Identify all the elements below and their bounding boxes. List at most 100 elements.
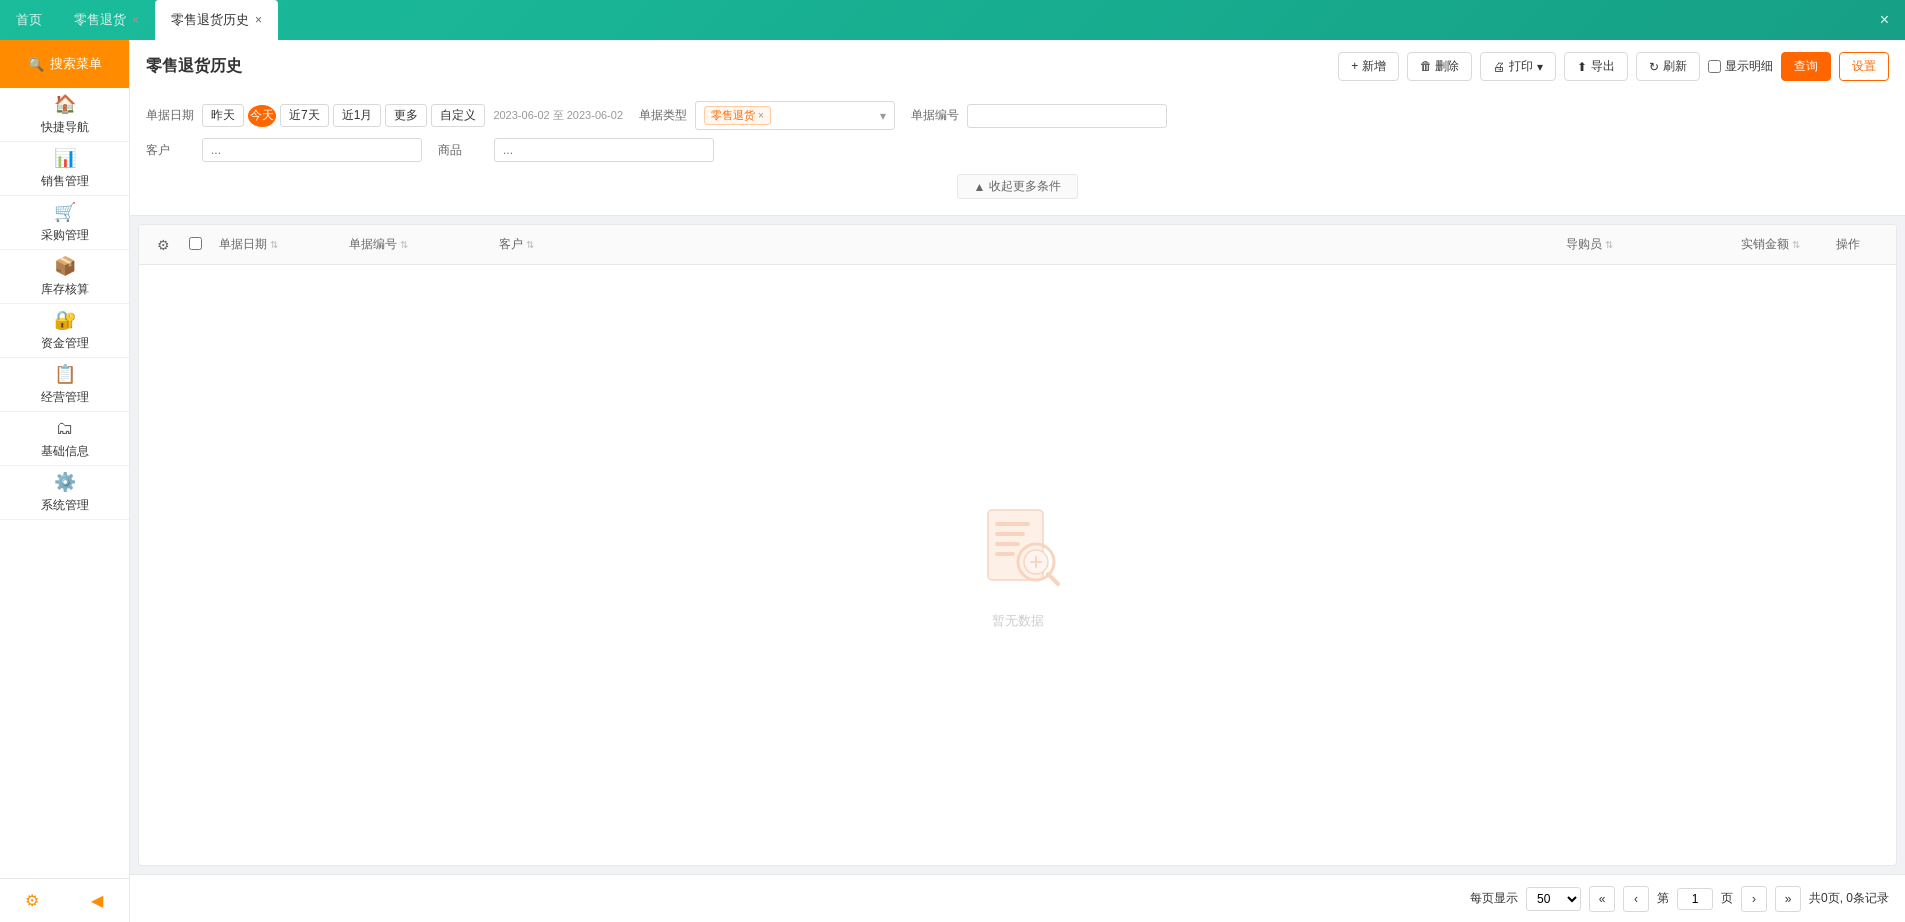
table-container: ⚙ 单据日期 ⇅ 单据编号 ⇅ 客户 ⇅ 导购员 ⇅ xyxy=(138,224,1897,866)
date-btn-more[interactable]: 更多 xyxy=(385,104,427,127)
tab-list: 首页 零售退货 × 零售退货历史 × xyxy=(0,0,1864,40)
voucher-type-dropdown-icon: ▾ xyxy=(880,109,886,123)
sort-guide-icon: ⇅ xyxy=(1605,239,1613,250)
delete-button[interactable]: 🗑 删除 xyxy=(1407,52,1472,81)
sidebar-settings-button[interactable]: ⚙ xyxy=(16,885,48,917)
window-close-button[interactable]: × xyxy=(1864,11,1905,29)
voucher-type-tag-close[interactable]: × xyxy=(758,110,764,121)
svg-rect-3 xyxy=(995,542,1020,546)
col-header-date[interactable]: 单据日期 ⇅ xyxy=(211,236,341,253)
sidebar-item-quicknav[interactable]: 🏠 快捷导航 xyxy=(0,88,129,142)
purchase-icon: 🛒 xyxy=(54,201,76,223)
table-header: ⚙ 单据日期 ⇅ 单据编号 ⇅ 客户 ⇅ 导购员 ⇅ xyxy=(139,225,1896,265)
export-icon: ⬆ xyxy=(1577,60,1587,74)
table-column-settings-button[interactable]: ⚙ xyxy=(147,237,179,253)
query-button[interactable]: 查询 xyxy=(1781,52,1831,81)
sidebar-collapse-button[interactable]: ◀ xyxy=(81,885,113,917)
date-btn-7days[interactable]: 近7天 xyxy=(280,104,329,127)
page-label: 第 xyxy=(1657,890,1669,907)
export-button[interactable]: ⬆ 导出 xyxy=(1564,52,1628,81)
col-header-amount[interactable]: 实销金额 ⇅ xyxy=(1688,236,1808,253)
empty-illustration xyxy=(968,500,1068,600)
show-detail-checkbox-label[interactable]: 显示明细 xyxy=(1708,58,1773,75)
sidebar-item-basic-info[interactable]: 🗂 基础信息 xyxy=(0,412,129,466)
new-button[interactable]: + 新增 xyxy=(1338,52,1398,81)
sort-date-icon: ⇅ xyxy=(270,239,278,250)
table-select-all-checkbox[interactable] xyxy=(179,237,211,253)
sort-no-icon: ⇅ xyxy=(400,239,408,250)
toolbar: + 新增 🗑 删除 🖨 打印 ▾ ⬆ 导出 ↻ 刷新 xyxy=(1338,52,1889,81)
refresh-icon: ↻ xyxy=(1649,60,1659,74)
date-range-buttons: 昨天 今天 近7天 近1月 更多 自定义 2023-06-02 至 2023-0… xyxy=(202,104,623,127)
svg-rect-4 xyxy=(995,552,1015,556)
date-label: 单据日期 xyxy=(146,107,194,124)
date-btn-1month[interactable]: 近1月 xyxy=(333,104,382,127)
main-content: 零售退货历史 + 新增 🗑 删除 🖨 打印 ▾ ⬆ 导出 ↻ xyxy=(130,40,1905,922)
sidebar-item-system[interactable]: ⚙️ 系统管理 xyxy=(0,466,129,520)
tab-retail-return[interactable]: 零售退货 × xyxy=(58,0,155,40)
sidebar-item-operations[interactable]: 📋 经营管理 xyxy=(0,358,129,412)
page-first-button[interactable]: « xyxy=(1589,886,1615,912)
date-btn-today[interactable]: 今天 xyxy=(248,105,276,127)
col-header-customer[interactable]: 客户 ⇅ xyxy=(491,236,1558,253)
operations-icon: 📋 xyxy=(54,363,76,385)
inventory-icon: 📦 xyxy=(54,255,76,277)
sort-amount-icon: ⇅ xyxy=(1792,239,1800,250)
date-filter: 单据日期 昨天 今天 近7天 近1月 更多 自定义 2023-06-02 至 2… xyxy=(146,104,623,127)
finance-icon: 🔐 xyxy=(54,309,76,331)
print-button[interactable]: 🖨 打印 ▾ xyxy=(1480,52,1556,81)
sidebar-search[interactable]: 🔍 搜索菜单 xyxy=(0,40,129,88)
goods-input[interactable] xyxy=(494,138,714,162)
sidebar-item-sales[interactable]: 📊 销售管理 xyxy=(0,142,129,196)
settings-button[interactable]: 设置 xyxy=(1839,52,1889,81)
voucher-type-select[interactable]: 零售退货 × ▾ xyxy=(695,101,895,130)
filter-row-1: 单据日期 昨天 今天 近7天 近1月 更多 自定义 2023-06-02 至 2… xyxy=(146,101,1889,130)
goods-label: 商品 xyxy=(438,142,486,159)
per-page-select[interactable]: 50 10 20 100 xyxy=(1526,887,1581,911)
filter-area: 单据日期 昨天 今天 近7天 近1月 更多 自定义 2023-06-02 至 2… xyxy=(146,93,1889,215)
tab-home[interactable]: 首页 xyxy=(0,0,58,40)
col-header-guide[interactable]: 导购员 ⇅ xyxy=(1558,236,1688,253)
voucher-no-input[interactable] xyxy=(967,104,1167,128)
pagination-bar: 每页显示 50 10 20 100 « ‹ 第 页 › » 共0页, 0条记录 xyxy=(130,874,1905,922)
page-prev-button[interactable]: ‹ xyxy=(1623,886,1649,912)
home-icon: 🏠 xyxy=(54,93,76,115)
customer-input[interactable] xyxy=(202,138,422,162)
show-detail-checkbox[interactable] xyxy=(1708,60,1721,73)
sidebar-item-finance[interactable]: 🔐 资金管理 xyxy=(0,304,129,358)
voucher-no-filter: 单据编号 xyxy=(911,104,1167,128)
page-next-button[interactable]: › xyxy=(1741,886,1767,912)
sidebar: 🔍 搜索菜单 🏠 快捷导航 📊 销售管理 🛒 采购管理 📦 库存核算 🔐 xyxy=(0,40,130,922)
top-bar: 首页 零售退货 × 零售退货历史 × × xyxy=(0,0,1905,40)
date-range-display: 2023-06-02 至 2023-06-02 xyxy=(493,108,623,123)
page-title: 零售退货历史 xyxy=(146,56,242,77)
collapse-filter-button[interactable]: ▲ 收起更多条件 xyxy=(957,174,1079,199)
sidebar-item-inventory[interactable]: 📦 库存核算 xyxy=(0,250,129,304)
basic-info-icon: 🗂 xyxy=(56,418,74,439)
per-page-label: 每页显示 xyxy=(1470,890,1518,907)
sidebar-bottom: ⚙ ◀ xyxy=(0,878,129,922)
page-number-input[interactable] xyxy=(1677,888,1713,910)
page-header: 零售退货历史 + 新增 🗑 删除 🖨 打印 ▾ ⬆ 导出 ↻ xyxy=(130,40,1905,216)
goods-filter: 商品 xyxy=(438,138,714,162)
date-btn-yesterday[interactable]: 昨天 xyxy=(202,104,244,127)
customer-filter: 客户 xyxy=(146,138,422,162)
col-header-action: 操作 xyxy=(1808,236,1888,253)
sidebar-search-label: 搜索菜单 xyxy=(50,55,102,73)
voucher-type-filter: 单据类型 零售退货 × ▾ xyxy=(639,101,895,130)
customer-label: 客户 xyxy=(146,142,194,159)
sidebar-item-purchase[interactable]: 🛒 采购管理 xyxy=(0,196,129,250)
search-icon: 🔍 xyxy=(28,57,44,72)
sort-customer-icon: ⇅ xyxy=(526,239,534,250)
page-title-row: 零售退货历史 + 新增 🗑 删除 🖨 打印 ▾ ⬆ 导出 ↻ xyxy=(146,52,1889,81)
page-last-button[interactable]: » xyxy=(1775,886,1801,912)
refresh-button[interactable]: ↻ 刷新 xyxy=(1636,52,1700,81)
date-btn-custom[interactable]: 自定义 xyxy=(431,104,485,127)
tab-retail-return-close[interactable]: × xyxy=(132,13,139,27)
sales-icon: 📊 xyxy=(54,147,76,169)
voucher-type-label: 单据类型 xyxy=(639,107,687,124)
tab-retail-return-history-close[interactable]: × xyxy=(255,13,262,27)
tab-retail-return-history[interactable]: 零售退货历史 × xyxy=(155,0,278,40)
main-layout: 🔍 搜索菜单 🏠 快捷导航 📊 销售管理 🛒 采购管理 📦 库存核算 🔐 xyxy=(0,40,1905,922)
col-header-no[interactable]: 单据编号 ⇅ xyxy=(341,236,491,253)
